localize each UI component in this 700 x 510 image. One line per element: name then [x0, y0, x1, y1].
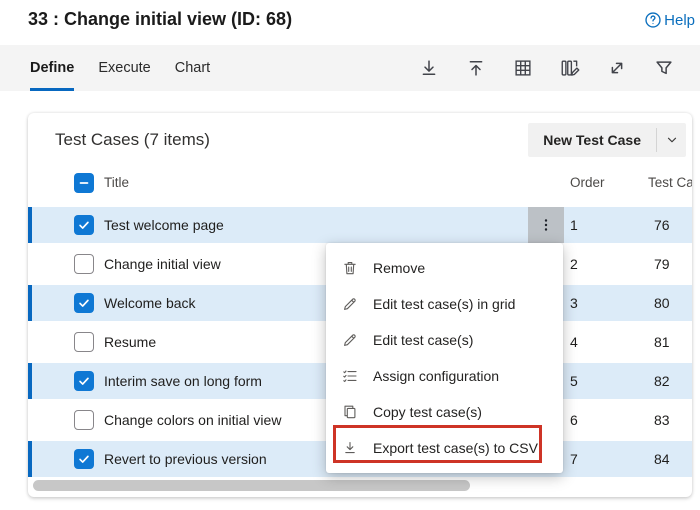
scrollbar-thumb[interactable]: [33, 480, 470, 491]
row-order: 7: [570, 451, 578, 467]
row-test-case-id: 82: [654, 373, 670, 389]
tab-execute[interactable]: Execute: [98, 45, 150, 91]
new-test-case-split-button: New Test Case: [528, 123, 686, 157]
menu-item-label: Assign configuration: [373, 368, 500, 384]
row-title: Test welcome page: [104, 217, 224, 233]
row-title: Revert to previous version: [104, 451, 267, 467]
copy-icon: [341, 404, 358, 421]
menu-item-label: Remove: [373, 260, 426, 276]
help-icon: [644, 11, 662, 29]
trash-icon: [341, 260, 358, 277]
row-test-case-id: 80: [654, 295, 670, 311]
row-order: 5: [570, 373, 578, 389]
column-options-icon[interactable]: [559, 58, 580, 79]
column-header-order[interactable]: Order: [570, 165, 605, 201]
menu-item-assign-configuration[interactable]: Assign configuration: [326, 358, 563, 394]
row-checkbox[interactable]: [74, 293, 94, 313]
kebab-icon: [538, 217, 554, 233]
row-test-case-id: 76: [654, 217, 670, 233]
grid-view-icon[interactable]: [512, 58, 533, 79]
command-bar: [418, 45, 674, 91]
row-title: Change colors on initial view: [104, 412, 282, 428]
checkmark-icon: [77, 452, 91, 466]
menu-item-remove[interactable]: Remove: [326, 250, 563, 286]
row-checkbox[interactable]: [74, 449, 94, 469]
row-checkbox[interactable]: [74, 254, 94, 274]
row-test-case-id: 79: [654, 256, 670, 272]
pencil-icon: [341, 332, 358, 349]
row-order: 4: [570, 334, 578, 350]
chevron-down-icon: [665, 133, 679, 147]
row-checkbox[interactable]: [74, 332, 94, 352]
row-test-case-id: 81: [654, 334, 670, 350]
page-title: 33 : Change initial view (ID: 68): [28, 9, 293, 29]
row-title: Resume: [104, 334, 157, 350]
annotation-highlight-box: [333, 425, 542, 463]
column-header-test-case-id[interactable]: Test Ca: [648, 165, 692, 201]
table-row[interactable]: Test welcome page 1 76: [28, 207, 692, 243]
checkmark-icon: [77, 296, 91, 310]
card-title: Test Cases (7 items): [55, 130, 210, 149]
upload-icon[interactable]: [465, 58, 486, 79]
row-title: Welcome back: [104, 295, 196, 311]
row-context-menu-button[interactable]: [528, 207, 564, 243]
menu-item-label: Copy test case(s): [373, 404, 482, 420]
row-order: 3: [570, 295, 578, 311]
filter-icon[interactable]: [653, 58, 674, 79]
menu-item-edit[interactable]: Edit test case(s): [326, 322, 563, 358]
menu-item-label: Edit test case(s): [373, 332, 474, 348]
row-title: Change initial view: [104, 256, 221, 272]
tab-strip: Define Execute Chart: [0, 45, 700, 91]
download-icon[interactable]: [418, 58, 439, 79]
column-header-title[interactable]: Title: [104, 165, 129, 201]
row-order: 2: [570, 256, 578, 272]
menu-item-edit-in-grid[interactable]: Edit test case(s) in grid: [326, 286, 563, 322]
select-all-checkbox[interactable]: [74, 173, 94, 193]
row-test-case-id: 84: [654, 451, 670, 467]
row-order: 6: [570, 412, 578, 428]
tab-define[interactable]: Define: [30, 45, 75, 91]
pencil-icon: [341, 296, 358, 313]
new-test-case-dropdown-button[interactable]: [657, 123, 686, 157]
row-test-case-id: 83: [654, 412, 670, 428]
row-title: Interim save on long form: [104, 373, 262, 389]
table-header-row: Title Order Test Ca: [28, 165, 692, 201]
full-screen-icon[interactable]: [606, 58, 627, 79]
help-label: Help: [664, 11, 695, 29]
row-checkbox[interactable]: [74, 371, 94, 391]
row-checkbox[interactable]: [74, 215, 94, 235]
row-checkbox[interactable]: [74, 410, 94, 430]
tab-chart[interactable]: Chart: [175, 45, 210, 91]
new-test-case-button[interactable]: New Test Case: [528, 123, 656, 157]
checkmark-icon: [77, 374, 91, 388]
menu-item-label: Edit test case(s) in grid: [373, 296, 516, 312]
task-list-icon: [341, 368, 358, 385]
checkmark-icon: [77, 218, 91, 232]
row-order: 1: [570, 217, 578, 233]
indeterminate-icon: [77, 176, 91, 190]
help-link[interactable]: Help: [644, 11, 695, 29]
horizontal-scrollbar[interactable]: [33, 480, 687, 491]
